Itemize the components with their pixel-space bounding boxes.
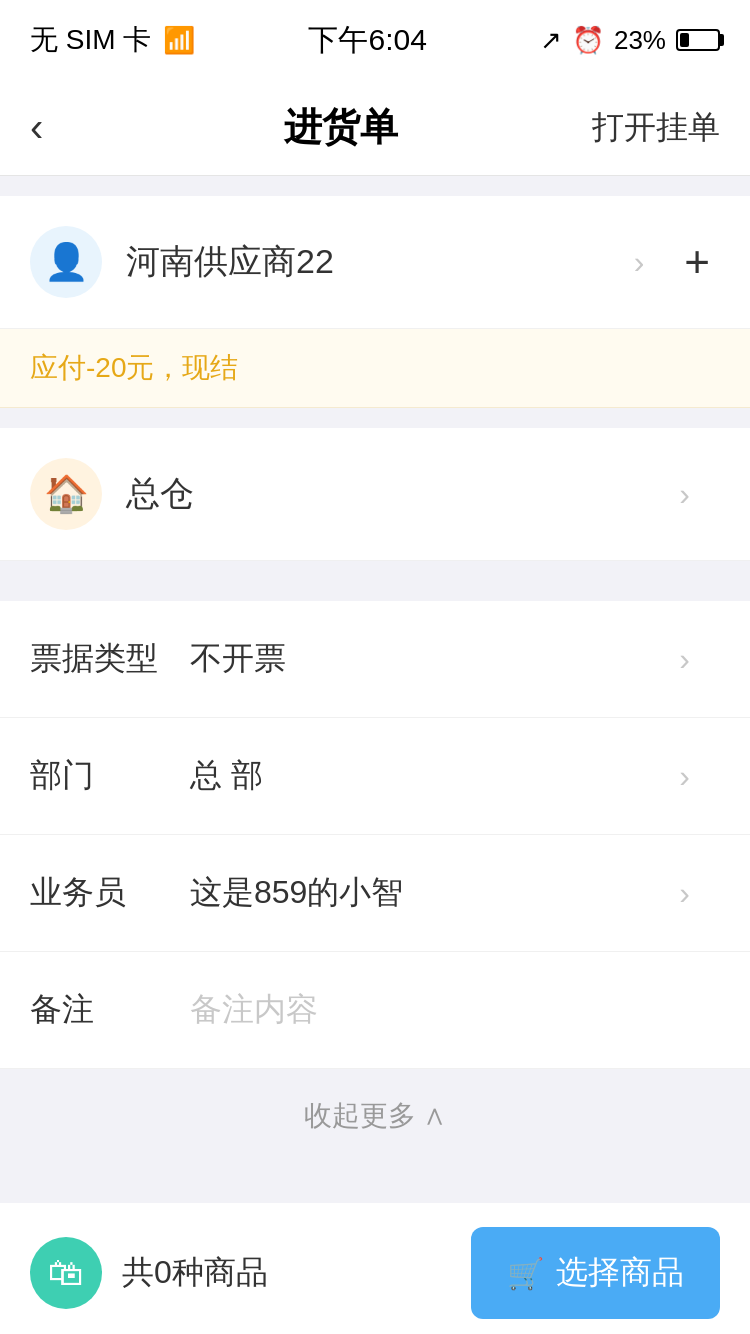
select-goods-label: 选择商品 [556, 1251, 684, 1295]
status-bar: 无 SIM 卡 📶 下午6:04 ↗ ⏰ 23% [0, 0, 750, 80]
goods-icon-wrap: 🛍 [30, 1237, 102, 1309]
location-icon: ↗ [540, 25, 562, 56]
chevron-right-icon: › [679, 875, 690, 912]
wifi-icon: 📶 [163, 25, 195, 56]
warehouse-name: 总仓 [126, 471, 679, 517]
collapse-label: 收起更多 ∧ [304, 1097, 447, 1135]
invoice-type-row[interactable]: 票据类型 不开票 › [0, 601, 750, 718]
payment-notice: 应付-20元，现结 [0, 329, 750, 408]
salesperson-row[interactable]: 业务员 这是859的小智 › [0, 835, 750, 952]
warehouse-row[interactable]: 🏠 总仓 › [0, 428, 750, 561]
goods-bag-icon: 🛍 [48, 1252, 84, 1294]
battery-fill [680, 33, 689, 47]
battery-bar [676, 29, 720, 51]
open-pending-button[interactable]: 打开挂单 [592, 106, 720, 150]
supplier-card: 👤 河南供应商22 › + 应付-20元，现结 [0, 196, 750, 408]
invoice-type-label: 票据类型 [30, 637, 170, 681]
section-divider-1 [0, 408, 750, 428]
alarm-icon: ⏰ [572, 25, 604, 56]
avatar: 👤 [30, 226, 102, 298]
invoice-type-value: 不开票 [170, 637, 679, 681]
form-section: 票据类型 不开票 › 部门 总 部 › 业务员 这是859的小智 › 备注 备注… [0, 601, 750, 1069]
status-time: 下午6:04 [308, 20, 426, 61]
chevron-right-icon: › [679, 641, 690, 678]
chevron-right-icon: › [679, 476, 690, 513]
page-title: 进货单 [284, 102, 398, 153]
remark-input[interactable]: 备注内容 [170, 988, 720, 1032]
warehouse-card: 🏠 总仓 › [0, 428, 750, 561]
network-label: 无 SIM 卡 [30, 21, 151, 59]
goods-count: 共0种商品 [122, 1251, 471, 1295]
chevron-right-icon: › [679, 758, 690, 795]
department-label: 部门 [30, 754, 170, 798]
chevron-right-icon: › [634, 244, 645, 281]
remark-label: 备注 [30, 988, 170, 1032]
battery-percent: 23% [614, 25, 666, 56]
status-left: 无 SIM 卡 📶 [30, 21, 195, 59]
nav-bar: ‹ 进货单 打开挂单 [0, 80, 750, 176]
supplier-row[interactable]: 👤 河南供应商22 › + [0, 196, 750, 329]
bottom-bar: 🛍 共0种商品 🛒 选择商品 [0, 1203, 750, 1334]
cart-icon: 🛒 [507, 1256, 544, 1291]
collapse-row[interactable]: 收起更多 ∧ [0, 1069, 750, 1163]
select-goods-button[interactable]: 🛒 选择商品 [471, 1227, 720, 1319]
section-divider-3 [0, 1163, 750, 1183]
salesperson-value: 这是859的小智 [170, 871, 679, 915]
salesperson-label: 业务员 [30, 871, 170, 915]
add-button[interactable]: + [674, 237, 720, 287]
department-row[interactable]: 部门 总 部 › [0, 718, 750, 835]
warehouse-icon: 🏠 [30, 458, 102, 530]
top-divider [0, 176, 750, 196]
supplier-name: 河南供应商22 [126, 239, 634, 285]
remark-row[interactable]: 备注 备注内容 [0, 952, 750, 1069]
department-value: 总 部 [170, 754, 679, 798]
status-right: ↗ ⏰ 23% [540, 25, 720, 56]
back-button[interactable]: ‹ [30, 105, 90, 150]
section-divider-2 [0, 561, 750, 581]
person-icon: 👤 [44, 241, 89, 283]
